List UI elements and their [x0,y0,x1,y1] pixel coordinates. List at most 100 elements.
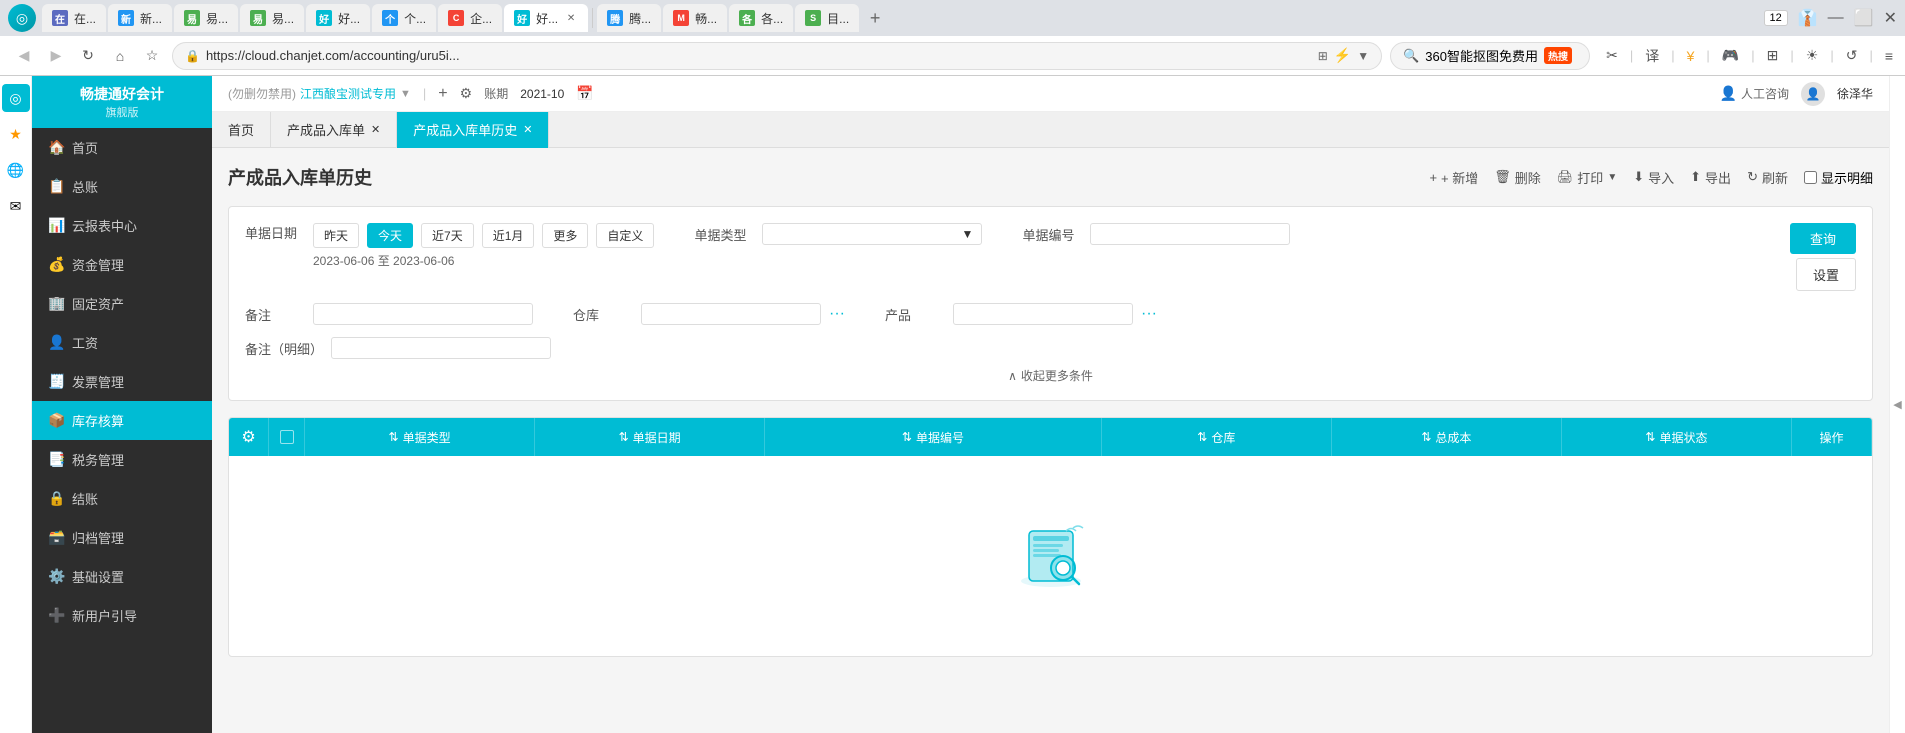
tab-11[interactable]: 各 各... [729,4,793,32]
add-tab-button[interactable]: + [861,4,889,32]
page-tab-list[interactable]: 产成品入库单 ✕ [271,112,397,148]
sidebar-item-settings[interactable]: ⚙️ 基础设置 [32,557,212,596]
url-bar[interactable]: 🔒 https://cloud.chanjet.com/accounting/u… [172,42,1382,70]
home-browser-button[interactable]: ⌂ [108,44,132,68]
date-btn-yesterday[interactable]: 昨天 [313,223,359,248]
warehouse-dots[interactable]: ··· [829,305,845,323]
calendar-icon[interactable]: 📅 [576,85,593,102]
th-cost[interactable]: ⇅ 总成本 [1332,418,1562,456]
sidebar-item-fund[interactable]: 💰 资金管理 [32,245,212,284]
sidebar-item-asset[interactable]: 🏢 固定资产 [32,284,212,323]
display-checkbox[interactable] [1804,171,1817,184]
collapse-button[interactable]: ∧ 收起更多条件 [245,367,1856,384]
sidebar-item-archive[interactable]: 🗃️ 归档管理 [32,518,212,557]
invoice-icon: 🧾 [48,373,64,390]
close-window-button[interactable]: ✕ [1884,8,1897,28]
tab-6[interactable]: 个 个... [372,4,436,32]
forward-button[interactable]: ▶ [44,44,68,68]
app-icon-1[interactable]: ◎ [2,84,30,112]
tab-3[interactable]: 易 易... [174,4,238,32]
service-button[interactable]: 👤 人工咨询 [1720,85,1789,102]
tab-2[interactable]: 新 新... [108,4,172,32]
theme-icon[interactable]: ☀ [1806,47,1819,64]
tab-10[interactable]: M 畅... [663,4,727,32]
logo-text: 畅捷通好会计 [80,84,164,104]
export-button[interactable]: ⬆ 导出 [1690,168,1731,187]
grid-icon[interactable]: ⊞ [1767,47,1779,64]
date-btn-1month[interactable]: 近1月 [482,223,535,248]
home-icon: 🏠 [48,139,64,156]
page-tab-home[interactable]: 首页 [212,112,271,148]
tab-12[interactable]: S 目... [795,4,859,32]
app-icon-2[interactable]: ★ [2,120,30,148]
sidebar-item-ledger[interactable]: 📋 总账 [32,167,212,206]
report-icon: 📊 [48,217,64,234]
date-btn-today[interactable]: 今天 [367,223,413,248]
undo-icon[interactable]: ↺ [1846,47,1858,64]
maximize-button[interactable]: ⬜ [1854,8,1874,28]
company-select[interactable]: (勿删勿禁用) 江西酿宝测试专用 ▼ [228,85,411,102]
tab-8-close[interactable]: ✕ [564,11,578,25]
page-tab-list-close[interactable]: ✕ [371,123,380,136]
game-icon[interactable]: 🎮 [1722,47,1739,64]
scissors-icon[interactable]: ✂ [1606,47,1618,64]
tab-5[interactable]: 好 好... [306,4,370,32]
add-company-icon[interactable]: + [438,85,447,103]
display-label: 显示明细 [1821,168,1873,187]
sidebar-item-inventory[interactable]: 📦 库存核算 [32,401,212,440]
app-icon-4[interactable]: ✉ [2,192,30,220]
add-button[interactable]: + + 新增 [1429,168,1478,187]
bookmark-button[interactable]: ☆ [140,44,164,68]
query-button[interactable]: 查询 [1790,223,1856,254]
side-panel[interactable]: ◀ [1889,76,1905,733]
tab-7[interactable]: C 企... [438,4,502,32]
select-all-checkbox[interactable] [280,430,294,444]
remark-input[interactable] [313,303,533,325]
th-status[interactable]: ⇅ 单据状态 [1562,418,1792,456]
refresh-browser-button[interactable]: ↻ [76,44,100,68]
sidebar-item-report[interactable]: 📊 云报表中心 [32,206,212,245]
tab-9[interactable]: 腾 腾... [597,4,661,32]
warehouse-input[interactable] [641,303,821,325]
page-tab-history-close[interactable]: ✕ [523,123,532,136]
th-warehouse[interactable]: ⇅ 仓库 [1102,418,1332,456]
delete-button[interactable]: 🗑 删除 [1494,168,1541,187]
tab-8[interactable]: 好 好... ✕ [504,4,588,32]
sidebar-item-home[interactable]: 🏠 首页 [32,128,212,167]
yuan-icon[interactable]: ¥ [1687,48,1695,64]
tab-4[interactable]: 易 易... [240,4,304,32]
page-tab-history[interactable]: 产成品入库单历史 ✕ [397,112,549,148]
import-button[interactable]: ⬇ 导入 [1633,168,1674,187]
sidebar-item-close[interactable]: 🔒 结账 [32,479,212,518]
sidebar-item-tax[interactable]: 📑 税务管理 [32,440,212,479]
th-settings[interactable]: ⚙ [229,418,269,456]
search-box[interactable]: 🔍 360智能抠图免费用 热搜 [1390,42,1590,70]
period-label: 账期 [484,85,508,102]
detail-remark-input[interactable] [331,337,551,359]
th-number[interactable]: ⇅ 单据编号 [765,418,1102,456]
th-checkbox[interactable] [269,418,305,456]
print-button[interactable]: 🖨 打印 ▼ [1557,168,1617,187]
settings-gear-icon[interactable]: ⚙ [460,85,473,102]
menu-icon[interactable]: ≡ [1885,48,1893,64]
minimize-button[interactable]: — [1828,9,1844,27]
sidebar-item-salary[interactable]: 👤 工资 [32,323,212,362]
product-input[interactable] [953,303,1133,325]
sidebar-item-invoice[interactable]: 🧾 发票管理 [32,362,212,401]
tab-1[interactable]: 在 在... [42,4,106,32]
setting-button[interactable]: 设置 [1796,258,1856,291]
date-btn-more[interactable]: 更多 [542,223,588,248]
app-icon-3[interactable]: 🌐 [2,156,30,184]
inventory-icon: 📦 [48,412,64,429]
number-input[interactable] [1090,223,1290,245]
date-btn-7days[interactable]: 近7天 [421,223,474,248]
date-btn-custom[interactable]: 自定义 [596,223,654,248]
back-button[interactable]: ◀ [12,44,36,68]
refresh-button[interactable]: ↻ 刷新 [1747,168,1788,187]
product-dots[interactable]: ··· [1141,305,1157,323]
type-select[interactable]: ▼ [762,223,982,245]
translate-icon[interactable]: 译 [1645,46,1659,66]
th-type[interactable]: ⇅ 单据类型 [305,418,535,456]
th-date[interactable]: ⇅ 单据日期 [535,418,765,456]
sidebar-item-new[interactable]: ➕ 新用户引导 [32,596,212,635]
